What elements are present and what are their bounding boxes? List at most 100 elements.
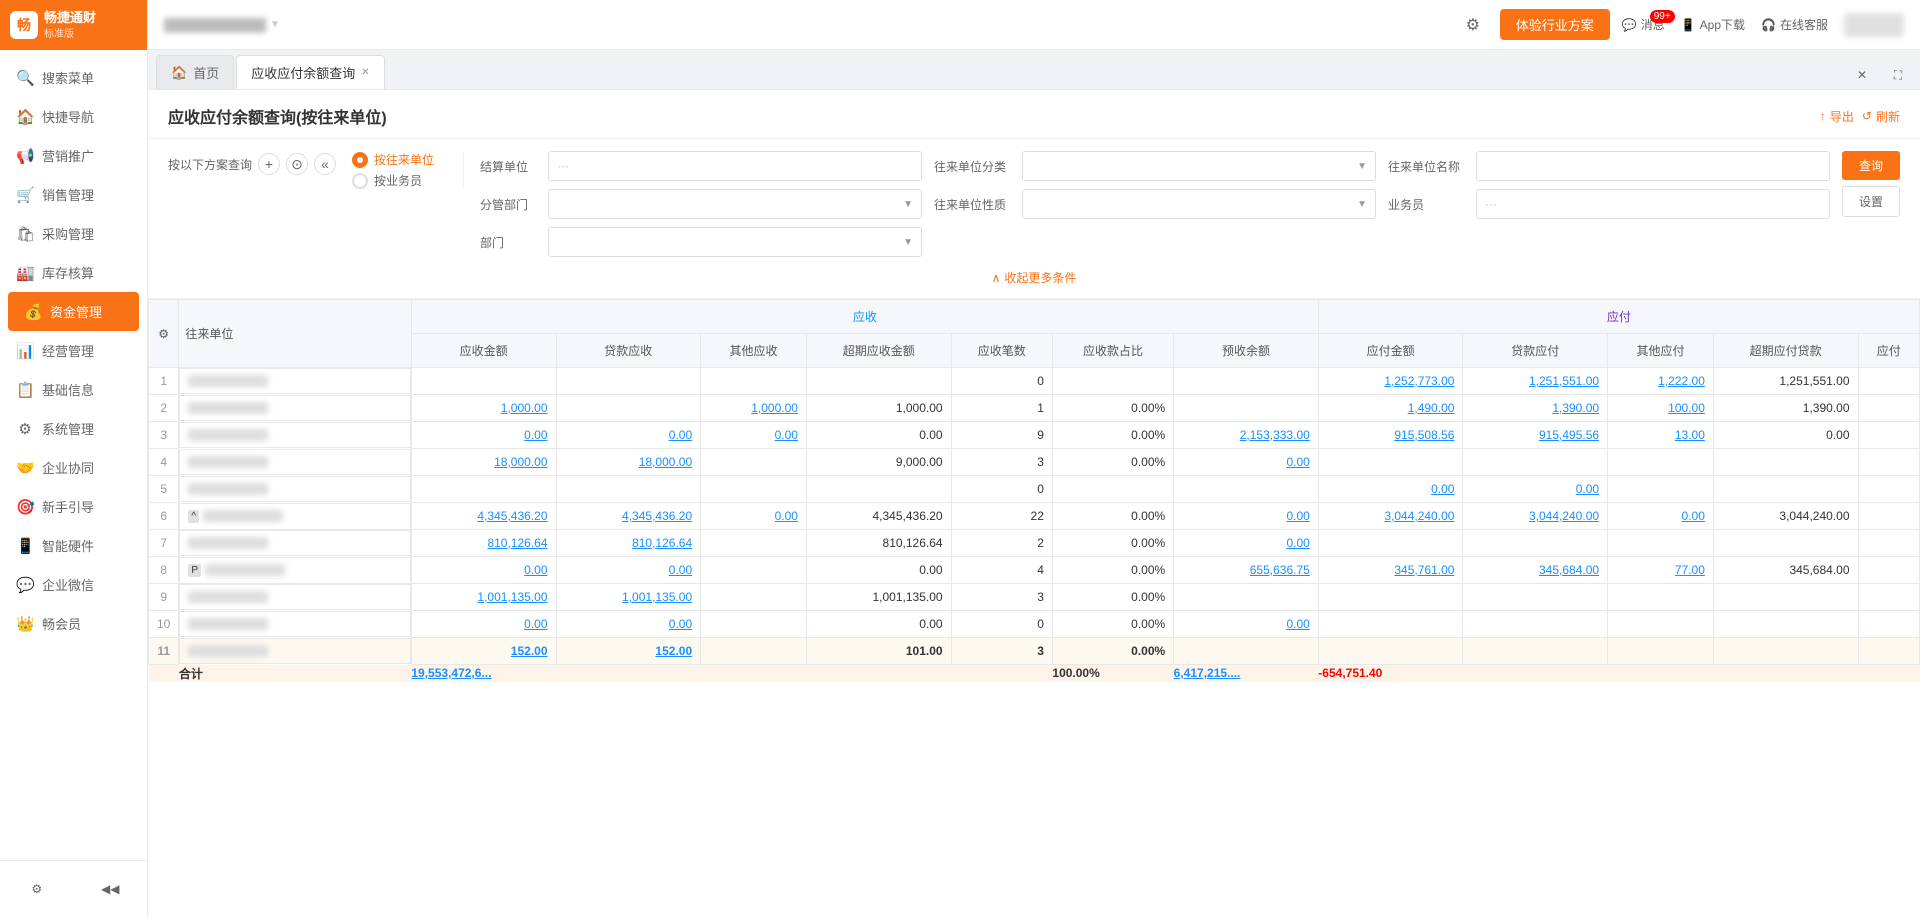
cell-link[interactable]: 1,000.00: [751, 401, 798, 415]
cell-link[interactable]: 0.00: [775, 428, 798, 442]
cell-link[interactable]: 77.00: [1675, 563, 1705, 577]
sidebar-settings-btn[interactable]: ⚙: [19, 871, 55, 907]
cell-link[interactable]: 0.00: [1576, 482, 1599, 496]
sidebar-item-guide[interactable]: 🎯 新手引导: [0, 487, 147, 526]
cell-link[interactable]: 0.00: [1682, 509, 1705, 523]
cell-link[interactable]: 0.00: [1286, 536, 1309, 550]
cell-link[interactable]: 3,044,240.00: [1529, 509, 1599, 523]
cell-link[interactable]: 100.00: [1668, 401, 1705, 415]
cell-link[interactable]: 0.00: [524, 617, 547, 631]
ar-count: 3: [951, 584, 1052, 611]
unit-nature-select[interactable]: ▼: [1022, 189, 1376, 219]
th-other-ap: 其他应付: [1608, 334, 1714, 368]
ar-ratio: 0.00%: [1052, 503, 1173, 530]
sidebar-item-inventory[interactable]: 🏭 库存核算: [0, 253, 147, 292]
cell-link[interactable]: 810,126.64: [487, 536, 547, 550]
cell-link[interactable]: 152.00: [655, 644, 692, 658]
sidebar-item-search-menu[interactable]: 🔍 搜索菜单: [0, 58, 147, 97]
dept-select[interactable]: ▼: [548, 189, 922, 219]
cell-link[interactable]: 4,345,436.20: [622, 509, 692, 523]
message-btn[interactable]: 💬 消息 99+: [1622, 16, 1665, 33]
sidebar: 畅 畅捷通财 标准版 🔍 搜索菜单 🏠 快捷导航 📢 营销推广 🛒 销售管理 🛍…: [0, 0, 148, 917]
cell-link[interactable]: 0.00: [1431, 482, 1454, 496]
settlement-input[interactable]: ···: [548, 151, 922, 181]
sidebar-item-finance[interactable]: 💰 资金管理: [8, 292, 139, 331]
cell-link[interactable]: 1,000.00: [501, 401, 548, 415]
sidebar-item-quick-nav[interactable]: 🏠 快捷导航: [0, 97, 147, 136]
unit-category-select[interactable]: ▼: [1022, 151, 1376, 181]
filter-collapse-bar[interactable]: ∧ 收起更多条件: [168, 269, 1900, 286]
cell-link[interactable]: 1,251,551.00: [1529, 374, 1599, 388]
settings-btn[interactable]: 设置: [1842, 186, 1900, 217]
sidebar-logo: 畅 畅捷通财 标准版: [0, 0, 147, 50]
user-avatar-btn[interactable]: [1844, 13, 1904, 37]
cell-link[interactable]: 0.00: [775, 509, 798, 523]
th-gear[interactable]: ⚙: [149, 300, 179, 368]
tab-query[interactable]: 应收应付余额查询 ✕: [236, 55, 384, 89]
cell-link[interactable]: 810,126.64: [632, 536, 692, 550]
sidebar-item-sales[interactable]: 🛒 销售管理: [0, 175, 147, 214]
query-type-by-unit[interactable]: 按往来单位: [352, 151, 451, 168]
sidebar-item-operations[interactable]: 📊 经营管理: [0, 331, 147, 370]
app-download-btn[interactable]: 📱 App下载: [1681, 16, 1745, 33]
cell-link[interactable]: 1,490.00: [1408, 401, 1455, 415]
service-btn[interactable]: 🎧 在线客服: [1761, 16, 1828, 33]
filter-settings-btn[interactable]: ⊙: [286, 153, 308, 175]
salesperson-input[interactable]: ···: [1476, 189, 1830, 219]
refresh-btn[interactable]: ↺ 刷新: [1862, 108, 1900, 125]
other-ap: 100.00: [1608, 395, 1714, 422]
cell-link[interactable]: 345,684.00: [1539, 563, 1599, 577]
cell-link[interactable]: 915,508.56: [1394, 428, 1454, 442]
footer-ar-amount[interactable]: 19,553,472,6...: [411, 665, 556, 682]
cell-link[interactable]: 3,044,240.00: [1384, 509, 1454, 523]
cell-link[interactable]: 13.00: [1675, 428, 1705, 442]
cell-link[interactable]: 0.00: [524, 428, 547, 442]
cell-link[interactable]: 0.00: [669, 563, 692, 577]
cell-link[interactable]: 0.00: [1286, 455, 1309, 469]
sidebar-item-wechat[interactable]: 💬 企业微信: [0, 565, 147, 604]
department-select[interactable]: ▼: [548, 227, 922, 257]
promo-button[interactable]: 体验行业方案: [1500, 9, 1610, 40]
cell-link[interactable]: 345,761.00: [1394, 563, 1454, 577]
cell-link[interactable]: 18,000.00: [494, 455, 547, 469]
cell-link[interactable]: 1,222.00: [1658, 374, 1705, 388]
query-type-by-staff[interactable]: 按业务员: [352, 172, 451, 189]
topbar-gear-btn[interactable]: ⚙: [1458, 10, 1488, 40]
cell-link[interactable]: 1,390.00: [1552, 401, 1599, 415]
cell-link[interactable]: 152.00: [511, 644, 548, 658]
sidebar-item-basic[interactable]: 📋 基础信息: [0, 370, 147, 409]
cell-link[interactable]: 0.00: [669, 428, 692, 442]
wechat-icon: 💬: [16, 576, 34, 594]
unit-name-input[interactable]: [1476, 151, 1830, 181]
sidebar-collapse-btn[interactable]: ◀◀: [92, 871, 128, 907]
filter-add-btn[interactable]: +: [258, 153, 280, 175]
sidebar-item-purchase[interactable]: 🛍 采购管理: [0, 214, 147, 253]
cell-link[interactable]: 0.00: [524, 563, 547, 577]
tab-home[interactable]: 🏠 首页: [156, 55, 234, 89]
footer-prepay[interactable]: 6,417,215....: [1174, 665, 1319, 682]
cell-link[interactable]: 1,001,135.00: [622, 590, 692, 604]
cell-link[interactable]: 2,153,333.00: [1240, 428, 1310, 442]
tab-close-btn[interactable]: ✕: [361, 67, 369, 78]
tab-expand-btn[interactable]: ⛶: [1884, 61, 1912, 89]
cell-link[interactable]: 4,345,436.20: [477, 509, 547, 523]
export-btn[interactable]: ↑ 导出: [1820, 108, 1854, 125]
cell-link[interactable]: 18,000.00: [639, 455, 692, 469]
sidebar-item-hardware[interactable]: 📱 智能硬件: [0, 526, 147, 565]
cell-link[interactable]: 0.00: [1286, 509, 1309, 523]
sidebar-item-marketing[interactable]: 📢 营销推广: [0, 136, 147, 175]
system-icon: ⚙: [16, 420, 34, 438]
sidebar-item-enterprise[interactable]: 🤝 企业协同: [0, 448, 147, 487]
query-btn[interactable]: 查询: [1842, 151, 1900, 180]
cell-value: 0.00%: [1131, 401, 1165, 415]
cell-link[interactable]: 1,252,773.00: [1384, 374, 1454, 388]
cell-link[interactable]: 0.00: [669, 617, 692, 631]
cell-link[interactable]: 0.00: [1286, 617, 1309, 631]
filter-collapse-btn[interactable]: «: [314, 153, 336, 175]
cell-link[interactable]: 915,495.56: [1539, 428, 1599, 442]
cell-link[interactable]: 655,636.75: [1250, 563, 1310, 577]
sidebar-item-member[interactable]: 👑 畅会员: [0, 604, 147, 643]
tab-close-all-btn[interactable]: ✕: [1848, 61, 1876, 89]
cell-link[interactable]: 1,001,135.00: [477, 590, 547, 604]
sidebar-item-system[interactable]: ⚙ 系统管理: [0, 409, 147, 448]
